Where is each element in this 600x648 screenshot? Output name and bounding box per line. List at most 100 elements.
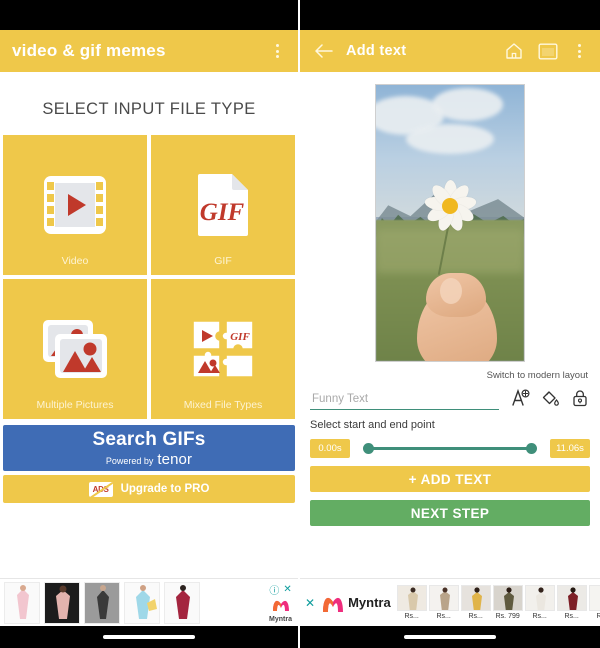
- ad-product[interactable]: Rs...: [396, 585, 427, 620]
- ad-product-price: Rs...: [404, 613, 419, 620]
- page-title: video & gif memes: [12, 41, 166, 60]
- ad-product-image: [460, 585, 491, 611]
- paint-bucket-icon[interactable]: [539, 387, 560, 408]
- switch-layout-link[interactable]: Switch to modern layout: [310, 370, 590, 381]
- page-title: Add text: [346, 43, 407, 59]
- search-gifs-label: Search GIFs: [92, 428, 206, 450]
- tile-multiple-pictures[interactable]: Multiple Pictures: [3, 279, 147, 419]
- ad-product-price: Rs...: [436, 613, 451, 620]
- powered-by-row: Powered by tenor: [106, 452, 192, 467]
- tenor-logo-text: tenor: [157, 450, 193, 468]
- dual-screenshot-container: video & gif memes SELECT INPUT FILE TYPE: [0, 0, 600, 648]
- ad-product-image: [524, 585, 555, 611]
- film-strip-play-icon: [42, 159, 108, 251]
- search-gifs-button[interactable]: Search GIFs Powered by tenor: [3, 425, 295, 471]
- text-entry-row: [310, 387, 590, 410]
- ad-thumbnail[interactable]: [164, 581, 200, 624]
- cloud: [405, 123, 495, 154]
- right-screen: Add text Switch to modern layout Funny T…: [300, 0, 600, 648]
- back-arrow-icon[interactable]: [312, 39, 336, 63]
- close-icon[interactable]: ✕: [302, 596, 318, 610]
- tile-mixed-file-types[interactable]: GIF Mixed File Types: [151, 279, 295, 419]
- tile-label: Mixed File Types: [183, 399, 263, 411]
- ad-banner-content: ✕ Myntra Rs... Rs... Rs... Rs. 799 Rs...…: [300, 585, 600, 620]
- tile-label: Multiple Pictures: [36, 399, 114, 411]
- ad-product-price: Rs...: [564, 613, 579, 620]
- ad-product-image: [588, 585, 600, 611]
- myntra-brand-block: Myntra: [320, 593, 395, 613]
- nav-pill: [404, 635, 496, 639]
- font-style-icon[interactable]: [509, 387, 530, 408]
- right-content: Switch to modern layout Select start and…: [300, 72, 600, 578]
- next-step-button[interactable]: NEXT STEP: [310, 500, 590, 526]
- nav-pill: [103, 635, 195, 639]
- add-text-button[interactable]: + ADD TEXT: [310, 466, 590, 492]
- slider-knob-start[interactable]: [363, 443, 374, 454]
- cloud: [432, 87, 504, 121]
- home-icon[interactable]: [502, 39, 526, 63]
- ad-brand-block: ⓘ ✕ Myntra: [269, 582, 294, 623]
- ad-product-price: Rs...: [532, 613, 547, 620]
- ad-thumbnail[interactable]: [4, 581, 40, 624]
- ad-product[interactable]: Rs...: [460, 585, 491, 620]
- lock-icon[interactable]: [569, 387, 590, 408]
- ad-product-image: [428, 585, 459, 611]
- ad-product[interactable]: Rs...: [524, 585, 555, 620]
- tile-label: Video: [61, 255, 89, 267]
- slider-track: [368, 447, 532, 450]
- left-content: SELECT INPUT FILE TYPE Video GIF GIF Mul…: [0, 72, 298, 648]
- rectangle-window-icon[interactable]: [536, 39, 560, 63]
- ad-product[interactable]: Rs...: [556, 585, 587, 620]
- ad-thumbnail[interactable]: [44, 581, 80, 624]
- powered-by-label: Powered by: [105, 455, 154, 466]
- fingernail: [439, 278, 462, 305]
- ad-brand-name: Myntra: [269, 616, 292, 623]
- file-type-grid: Video GIF GIF Multiple Pictures GIF Mixe…: [0, 135, 298, 419]
- text-tools: [509, 387, 590, 410]
- system-nav-bar: [0, 626, 298, 648]
- ad-thumbnail[interactable]: [84, 581, 120, 624]
- slider-knob-end[interactable]: [526, 443, 537, 454]
- video-preview[interactable]: [375, 84, 525, 362]
- text-input[interactable]: [310, 391, 499, 410]
- kebab-menu-icon[interactable]: [268, 41, 286, 61]
- time-range-slider[interactable]: 0.00s 11.06s: [310, 439, 590, 458]
- stacked-photos-icon: [39, 303, 111, 395]
- tile-video[interactable]: Video: [3, 135, 147, 275]
- end-time-badge: 11.06s: [550, 439, 590, 458]
- section-heading: SELECT INPUT FILE TYPE: [42, 100, 256, 118]
- ad-banner-left[interactable]: ⓘ ✕ Myntra: [0, 578, 298, 626]
- ad-brand-icons: ⓘ ✕: [269, 582, 291, 597]
- myntra-logo-icon: [323, 597, 344, 612]
- ad-product-price: Rs. 799: [495, 613, 520, 620]
- tile-gif[interactable]: GIF GIF: [151, 135, 295, 275]
- right-spacer: [310, 526, 590, 578]
- ad-product-image: [396, 585, 427, 611]
- no-ads-icon: ADS: [88, 481, 113, 497]
- ad-banner-right[interactable]: ✕ Myntra Rs... Rs... Rs... Rs. 799 Rs...…: [300, 578, 600, 626]
- grass-highlight: [376, 228, 524, 273]
- myntra-logo-icon: [271, 597, 291, 615]
- ad-product-price: Rs...: [596, 613, 600, 620]
- ad-product[interactable]: Rs. 799: [492, 585, 523, 620]
- gif-document-icon: GIF: [194, 159, 252, 251]
- upgrade-to-pro-button[interactable]: ADS Upgrade to PRO: [3, 475, 295, 503]
- kebab-menu-icon[interactable]: [570, 41, 588, 61]
- slider-track-wrapper[interactable]: [356, 440, 544, 458]
- select-points-label: Select start and end point: [310, 419, 435, 431]
- info-icon[interactable]: ⓘ: [269, 582, 279, 597]
- ad-product-image: [556, 585, 587, 611]
- ad-product[interactable]: Rs...: [588, 585, 600, 620]
- svg-text:GIF: GIF: [230, 331, 250, 343]
- media-preview-wrapper: [310, 84, 590, 362]
- status-bar: [0, 0, 298, 30]
- upgrade-label: Upgrade to PRO: [120, 483, 210, 495]
- ad-product[interactable]: Rs...: [428, 585, 459, 620]
- ad-brand-name: Myntra: [348, 595, 391, 610]
- close-icon[interactable]: ✕: [283, 584, 291, 595]
- puzzle-pieces-icon: GIF: [190, 303, 256, 395]
- ad-product-price: Rs...: [468, 613, 483, 620]
- start-time-badge: 0.00s: [310, 439, 350, 458]
- system-nav-bar: [300, 626, 600, 648]
- ad-thumbnail[interactable]: [124, 581, 160, 624]
